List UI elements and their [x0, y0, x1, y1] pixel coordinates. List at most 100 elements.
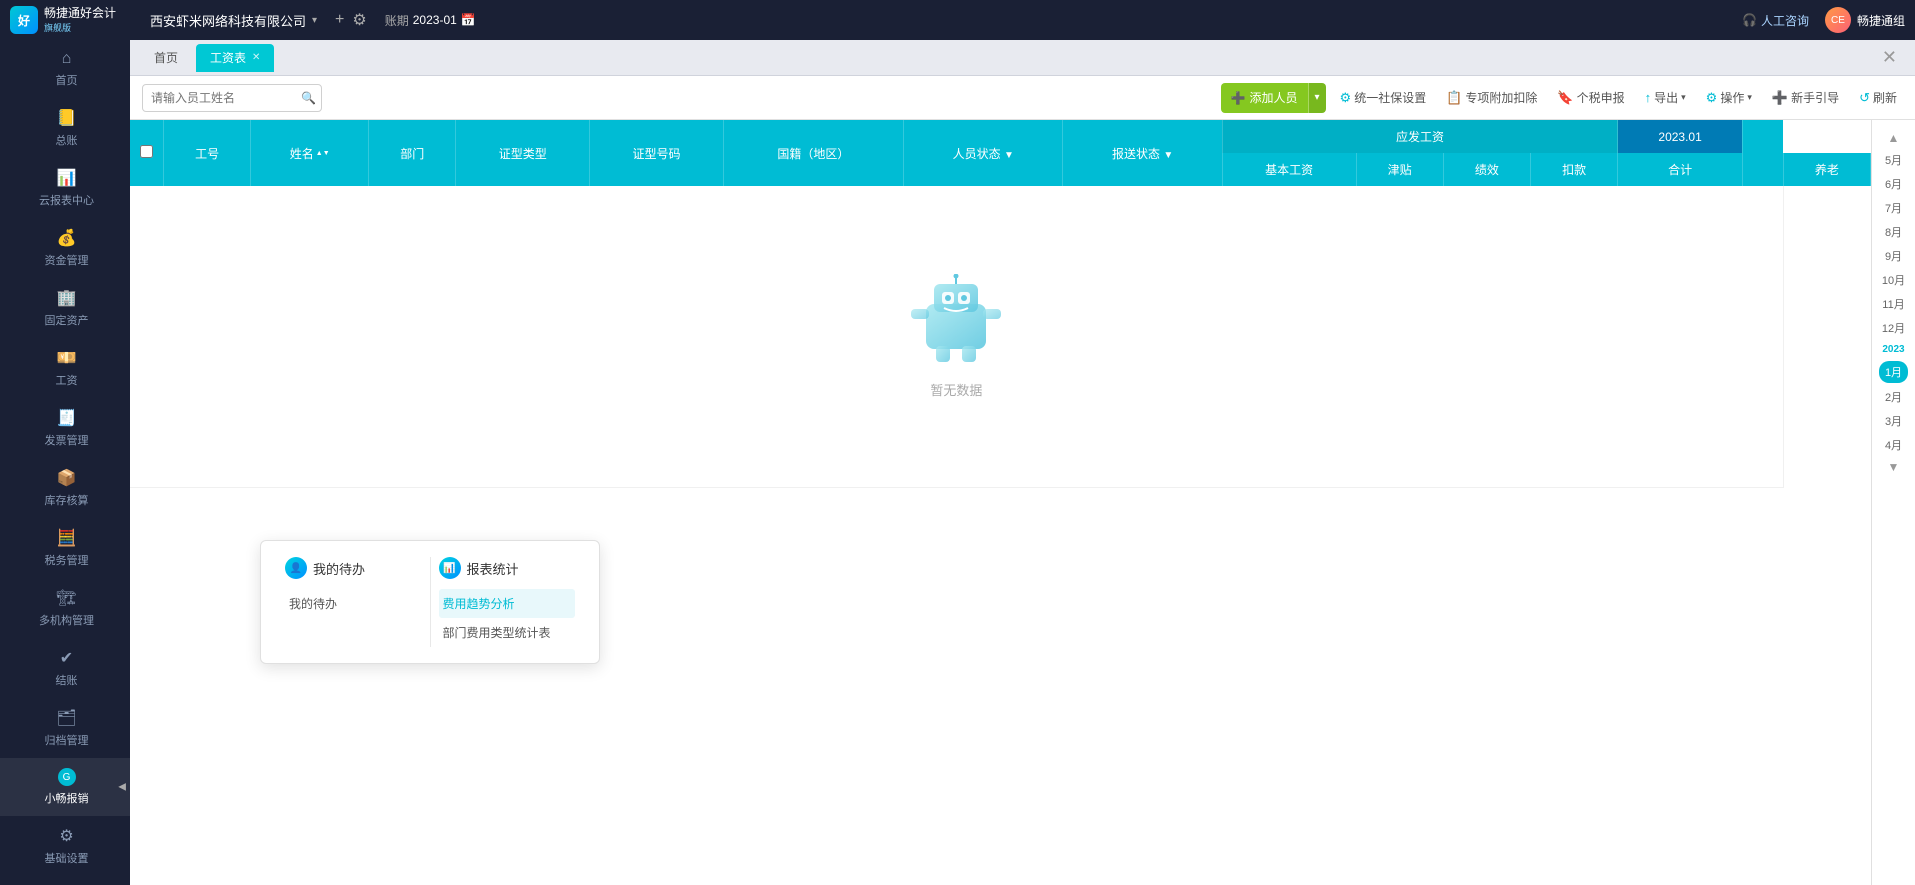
toolbar-action-special-deduct[interactable]: 📋 专项附加扣除: [1440, 89, 1543, 106]
timeline-month-6[interactable]: 6月: [1872, 172, 1915, 196]
service-button[interactable]: 🎧 人工咨询: [1742, 12, 1809, 29]
timeline-nav-up[interactable]: ▲: [1880, 128, 1908, 148]
sidebar-item-fund[interactable]: 💰 资金管理: [0, 218, 130, 278]
timeline-month-9[interactable]: 9月: [1872, 244, 1915, 268]
tax-report-label: 个税申报: [1577, 89, 1625, 106]
sidebar-label-ledger: 总账: [56, 132, 78, 148]
popup-stats-item-dept[interactable]: 部门费用类型统计表: [439, 618, 576, 647]
sidebar: ⌂ 首页 📒 总账 📊 云报表中心 💰 资金管理 🏢 固定资产 💴 工资 🧾 发…: [0, 40, 130, 885]
ledger-icon: 📒: [57, 108, 77, 128]
timeline-month-4[interactable]: 4月: [1872, 433, 1915, 457]
sidebar-item-report[interactable]: 📊 云报表中心: [0, 158, 130, 218]
sidebar-item-asset[interactable]: 🏢 固定资产: [0, 278, 130, 338]
timeline-month-5[interactable]: 5月: [1872, 148, 1915, 172]
headset-icon: 🎧: [1742, 13, 1757, 27]
top-bar-actions: + ⚙: [327, 10, 375, 30]
tab-payroll[interactable]: 工资表 ✕: [196, 44, 274, 72]
tab-home[interactable]: 首页: [140, 44, 192, 72]
name-sort-arrows: ▲▼: [316, 150, 330, 157]
th-id-type: 证型类型: [456, 120, 590, 186]
th-name-sort[interactable]: 姓名 ▲▼: [290, 145, 330, 162]
no-data-row: 暂无数据: [130, 186, 1871, 488]
timeline-nav-down[interactable]: ▼: [1880, 457, 1908, 477]
timeline-month-12[interactable]: 12月: [1872, 316, 1915, 340]
add-person-button[interactable]: ➕ 添加人员: [1221, 83, 1309, 113]
toolbar: 🔍 ➕ 添加人员 ▾ ⚙ 统一社保设置 📋 专项附加扣除 🔖 个税申报: [130, 76, 1915, 120]
th-nationality: 国籍（地区）: [723, 120, 903, 186]
sidebar-item-settle[interactable]: ✔ 结账: [0, 638, 130, 698]
th-total-label: 合计: [1668, 163, 1692, 177]
table-wrapper: 工号 姓名 ▲▼ 部门: [130, 120, 1871, 885]
tab-panel-close-btn[interactable]: ✕: [1874, 47, 1905, 68]
sidebar-label-payroll: 工资: [56, 372, 78, 388]
th-should-pay-label: 应发工资: [1396, 130, 1444, 144]
ops-icon: ⚙: [1706, 90, 1718, 106]
sidebar-item-xiaochang[interactable]: G 小畅报销 ◀: [0, 758, 130, 816]
th-pension-label: 养老: [1815, 163, 1839, 177]
th-base-salary-label: 基本工资: [1265, 163, 1313, 177]
sidebar-item-ledger[interactable]: 📒 总账: [0, 98, 130, 158]
th-name: 姓名 ▲▼: [251, 120, 369, 186]
timeline-month-3[interactable]: 3月: [1872, 409, 1915, 433]
th-allowance: 津贴: [1356, 153, 1443, 186]
toolbar-action-ops[interactable]: ⚙ 操作 ▾: [1700, 89, 1758, 106]
select-all-checkbox[interactable]: [140, 145, 153, 158]
th-name-label: 姓名: [290, 145, 314, 162]
sidebar-item-multi[interactable]: 🏗 多机构管理: [0, 578, 130, 638]
toolbar-action-export[interactable]: ↑ 导出 ▾: [1639, 89, 1692, 106]
th-total: 合计: [1618, 153, 1743, 186]
popup-todo-icon: 👤: [285, 557, 307, 579]
company-selector[interactable]: 西安虾米网络科技有限公司 ▾: [140, 11, 327, 30]
sidebar-item-invoice[interactable]: 🧾 发票管理: [0, 398, 130, 458]
tax-report-icon: 🔖: [1557, 90, 1573, 106]
timeline-month-7[interactable]: 7月: [1872, 196, 1915, 220]
company-dropdown-arrow: ▾: [312, 15, 317, 26]
add-icon[interactable]: +: [335, 11, 344, 29]
timeline-month-8[interactable]: 8月: [1872, 220, 1915, 244]
add-person-dropdown-arrow[interactable]: ▾: [1309, 83, 1326, 113]
report-status-filter[interactable]: ▼: [1163, 150, 1173, 161]
user-area[interactable]: CE 畅捷通组: [1825, 7, 1905, 33]
sidebar-item-guide[interactable]: ▷ 新手引导: [0, 876, 130, 885]
person-status-filter[interactable]: ▼: [1004, 150, 1014, 161]
th-ops: [1742, 120, 1783, 186]
sidebar-item-home[interactable]: ⌂ 首页: [0, 40, 130, 98]
sidebar-item-tax[interactable]: 🧮 税务管理: [0, 518, 130, 578]
sidebar-item-basic[interactable]: ⚙ 基础设置: [0, 816, 130, 876]
popup-section-header-todo: 👤 我的待办: [285, 557, 422, 579]
timeline-month-10[interactable]: 10月: [1872, 268, 1915, 292]
popup-todo-item[interactable]: 我的待办: [285, 589, 422, 618]
toolbar-action-tax-report[interactable]: 🔖 个税申报: [1551, 89, 1630, 106]
toolbar-action-guide[interactable]: ➕ 新手引导: [1766, 89, 1845, 106]
popup-todo-title: 我的待办: [313, 559, 365, 578]
sidebar-label-home: 首页: [56, 72, 78, 88]
invoice-icon: 🧾: [57, 408, 77, 428]
popup-stats-item-trend[interactable]: 费用趋势分析: [439, 589, 576, 618]
toolbar-action-refresh[interactable]: ↺ 刷新: [1853, 89, 1903, 106]
sidebar-label-fund: 资金管理: [45, 252, 89, 268]
th-id-num-label: 证型号码: [632, 147, 680, 161]
timeline-month-2[interactable]: 2月: [1872, 385, 1915, 409]
sidebar-label-basic: 基础设置: [45, 850, 89, 866]
toolbar-action-social-security[interactable]: ⚙ 统一社保设置: [1334, 89, 1433, 106]
sidebar-item-payroll[interactable]: 💴 工资: [0, 338, 130, 398]
th-employee-id-label: 工号: [195, 147, 219, 161]
settings-icon[interactable]: ⚙: [352, 10, 366, 30]
service-label: 人工咨询: [1761, 12, 1809, 29]
sidebar-label-report: 云报表中心: [39, 192, 94, 208]
add-person-label: 添加人员: [1250, 89, 1298, 106]
popup-section-header-stats: 📊 报表统计: [439, 557, 576, 579]
timeline-month-1-current[interactable]: 1月: [1879, 361, 1908, 383]
tab-close-icon[interactable]: ✕: [252, 52, 260, 63]
logo-area: 好 畅捷通好会计 旗舰版: [10, 6, 140, 34]
sidebar-item-inventory[interactable]: 📦 库存核算: [0, 458, 130, 518]
timeline-month-11[interactable]: 11月: [1872, 292, 1915, 316]
xiaochang-icon: G: [58, 768, 76, 786]
th-performance: 绩效: [1443, 153, 1530, 186]
th-person-status-label: 人员状态: [953, 147, 1001, 161]
sidebar-item-archive[interactable]: 🗂 归档管理: [0, 698, 130, 758]
ops-label: 操作: [1720, 89, 1744, 106]
calendar-icon[interactable]: 📅: [461, 13, 476, 27]
search-input[interactable]: [151, 91, 301, 105]
inventory-icon: 📦: [57, 468, 77, 488]
